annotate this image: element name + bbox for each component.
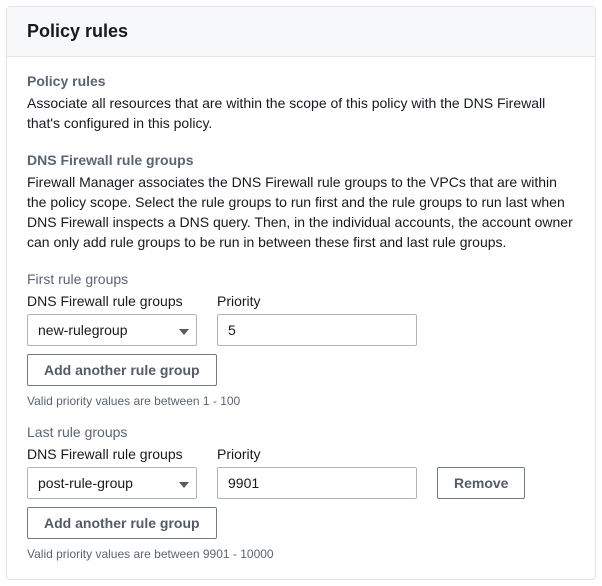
add-last-rule-group-button[interactable]: Add another rule group	[27, 507, 217, 539]
first-rule-row: DNS Firewall rule groups new-rulegroup P…	[27, 293, 575, 346]
last-helper-text: Valid priority values are between 9901 -…	[27, 547, 575, 561]
dns-section-title: DNS Firewall rule groups	[27, 152, 575, 168]
panel-title: Policy rules	[27, 21, 575, 42]
last-priority-label: Priority	[217, 446, 417, 462]
last-rule-row: DNS Firewall rule groups post-rule-group…	[27, 446, 575, 499]
first-rule-select-col: DNS Firewall rule groups new-rulegroup	[27, 293, 197, 346]
last-rule-select[interactable]: post-rule-group	[27, 467, 197, 499]
first-priority-col: Priority	[217, 293, 417, 346]
add-first-rule-group-button[interactable]: Add another rule group	[27, 354, 217, 386]
last-rule-groups: Last rule groups DNS Firewall rule group…	[27, 424, 575, 561]
panel-header: Policy rules	[7, 7, 595, 57]
first-rule-groups: First rule groups DNS Firewall rule grou…	[27, 271, 575, 408]
policy-rules-panel: Policy rules Policy rules Associate all …	[6, 6, 596, 580]
last-add-row: Add another rule group	[27, 507, 575, 539]
first-rule-select-label: DNS Firewall rule groups	[27, 293, 197, 309]
last-rule-select-wrap: post-rule-group	[27, 467, 197, 499]
last-remove-col: Remove	[437, 467, 525, 499]
dns-section-desc: Firewall Manager associates the DNS Fire…	[27, 172, 575, 253]
first-rule-select[interactable]: new-rulegroup	[27, 314, 197, 346]
last-priority-col: Priority	[217, 446, 417, 499]
first-priority-label: Priority	[217, 293, 417, 309]
first-add-row: Add another rule group	[27, 354, 575, 386]
last-priority-input[interactable]	[217, 467, 417, 499]
policy-rules-section-title: Policy rules	[27, 73, 575, 89]
first-priority-input[interactable]	[217, 314, 417, 346]
last-groups-title: Last rule groups	[27, 424, 575, 440]
policy-rules-section-desc: Associate all resources that are within …	[27, 93, 575, 134]
remove-last-rule-button[interactable]: Remove	[437, 467, 525, 499]
last-rule-select-label: DNS Firewall rule groups	[27, 446, 197, 462]
first-rule-select-wrap: new-rulegroup	[27, 314, 197, 346]
panel-body: Policy rules Associate all resources tha…	[7, 57, 595, 579]
first-helper-text: Valid priority values are between 1 - 10…	[27, 394, 575, 408]
last-rule-select-col: DNS Firewall rule groups post-rule-group	[27, 446, 197, 499]
first-groups-title: First rule groups	[27, 271, 575, 287]
